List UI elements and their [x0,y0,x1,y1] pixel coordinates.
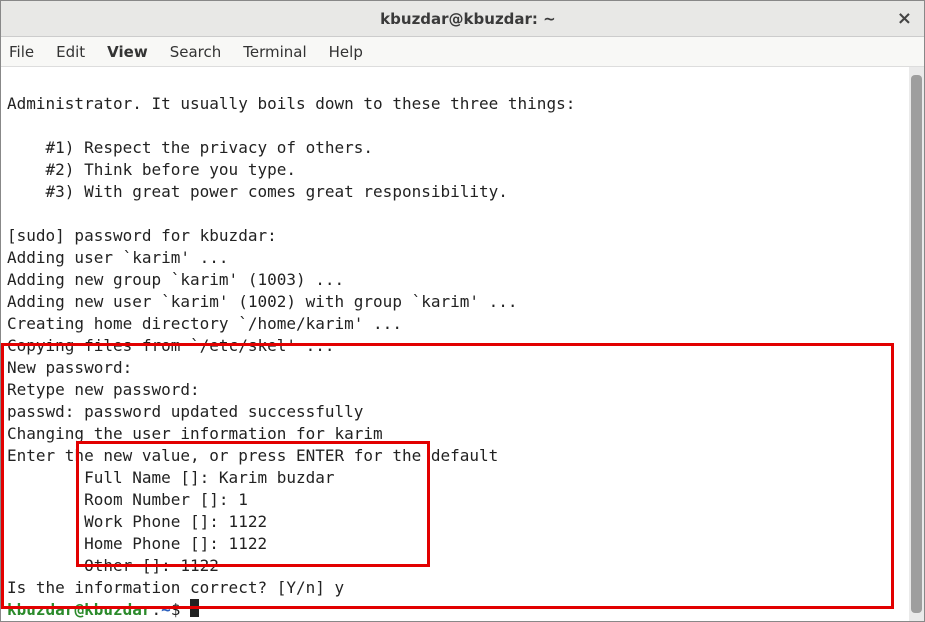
terminal-line: Creating home directory `/home/karim' ..… [7,314,402,333]
terminal-line: Adding new user `karim' (1002) with grou… [7,292,518,311]
terminal-line: #1) Respect the privacy of others. [7,138,373,157]
terminal-line: Home Phone []: 1122 [7,534,267,553]
terminal-line: Copying files from `/etc/skel' ... [7,336,335,355]
terminal-line: Adding new group `karim' (1003) ... [7,270,344,289]
terminal-line: New password: [7,358,132,377]
terminal-line: Enter the new value, or press ENTER for … [7,446,498,465]
terminal-window: kbuzdar@kbuzdar: ~ × File Edit View Sear… [0,0,925,622]
terminal-line: #3) With great power comes great respons… [7,182,508,201]
terminal-content[interactable]: Administrator. It usually boils down to … [1,67,909,621]
menubar: File Edit View Search Terminal Help [1,37,924,67]
menu-file[interactable]: File [9,43,34,61]
menu-view[interactable]: View [107,43,148,61]
terminal-line: Adding user `karim' ... [7,248,229,267]
cursor-icon [190,599,199,617]
menu-terminal[interactable]: Terminal [243,43,306,61]
terminal-line: passwd: password updated successfully [7,402,363,421]
menu-search[interactable]: Search [170,43,222,61]
menu-edit[interactable]: Edit [56,43,85,61]
terminal-line: [sudo] password for kbuzdar: [7,226,277,245]
prompt-host: kbuzdar [84,600,151,619]
terminal-line: Changing the user information for karim [7,424,383,443]
terminal-line: Retype new password: [7,380,200,399]
window-title: kbuzdar@kbuzdar: ~ [380,10,556,28]
prompt-dollar: $ [171,600,190,619]
prompt-path: ~ [161,600,171,619]
menu-help[interactable]: Help [329,43,363,61]
terminal-line: Work Phone []: 1122 [7,512,267,531]
terminal-line: Is the information correct? [Y/n] y [7,578,344,597]
scrollbar[interactable] [909,67,924,621]
prompt-colon: : [152,600,162,619]
terminal-line: Full Name []: Karim buzdar [7,468,335,487]
terminal-line: Administrator. It usually boils down to … [7,94,575,113]
terminal-line: #2) Think before you type. [7,160,296,179]
titlebar[interactable]: kbuzdar@kbuzdar: ~ × [1,1,924,37]
scrollbar-thumb[interactable] [911,75,922,613]
terminal-line: Other []: 1122 [7,556,219,575]
prompt-user: kbuzdar [7,600,74,619]
terminal-area: Administrator. It usually boils down to … [1,67,924,621]
prompt-at: @ [74,600,84,619]
close-icon[interactable]: × [897,8,912,29]
terminal-line: Room Number []: 1 [7,490,248,509]
